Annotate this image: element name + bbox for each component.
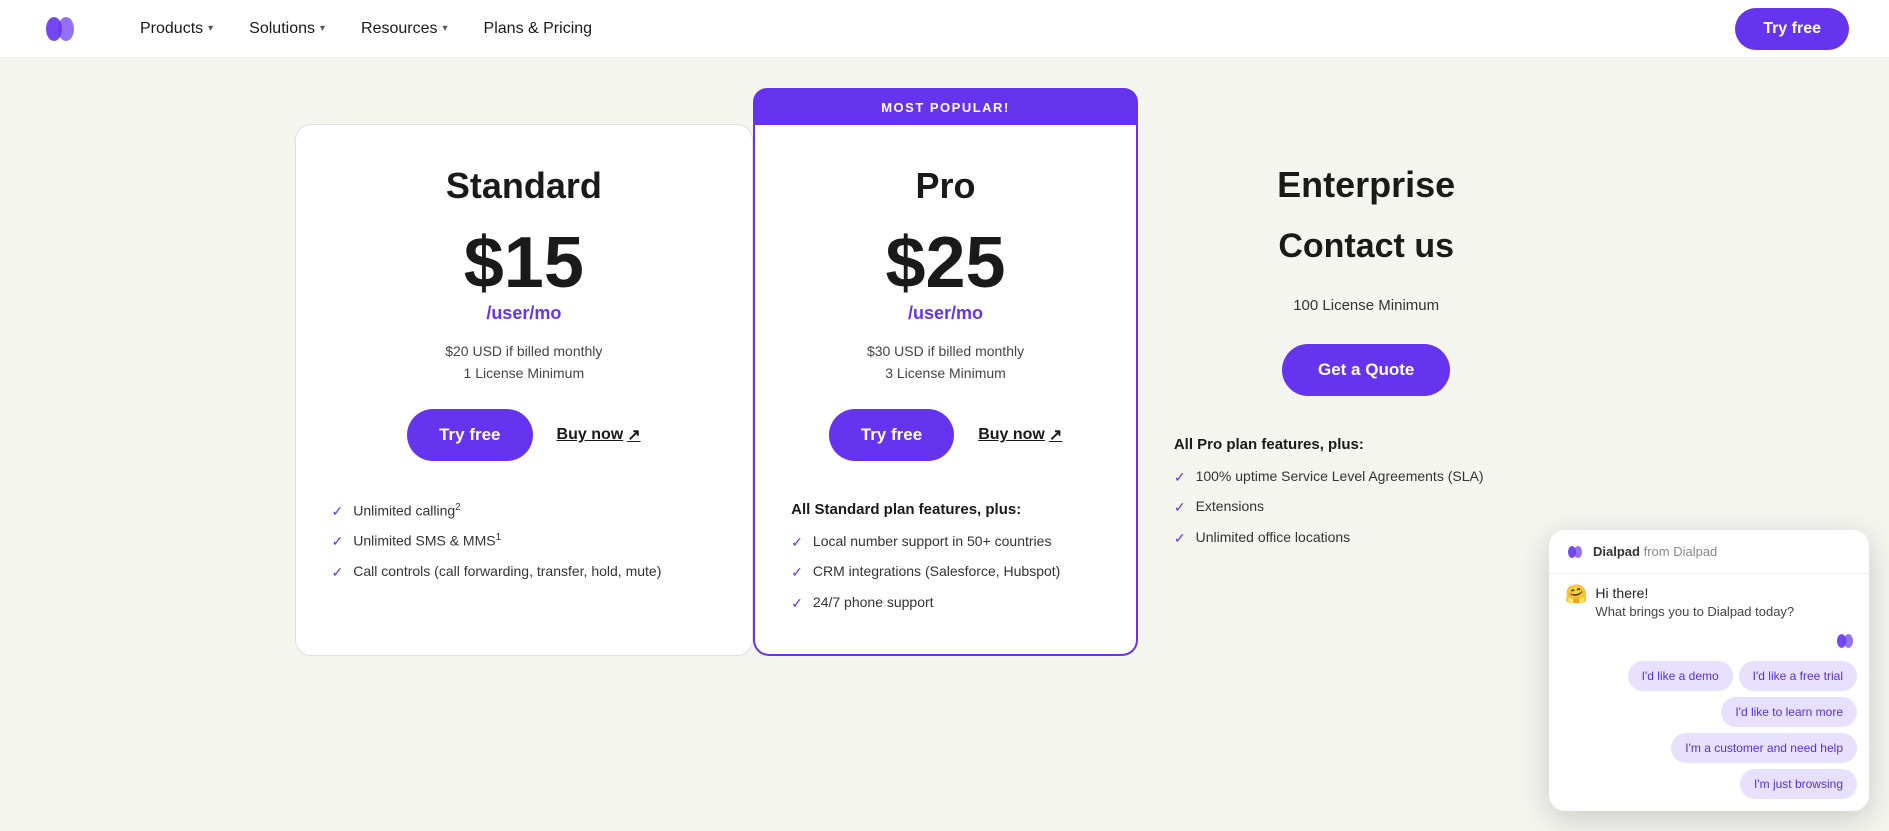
standard-plan-actions: Try free Buy now ↗ bbox=[332, 409, 717, 461]
pro-buy-now-button[interactable]: Buy now ↗ bbox=[978, 425, 1062, 445]
pro-plan-price-sub: /user/mo bbox=[791, 303, 1100, 324]
pro-plan-name: Pro bbox=[791, 165, 1100, 207]
chat-option-demo[interactable]: I'd like a demo bbox=[1628, 661, 1733, 691]
pro-plan-card: Pro $25 /user/mo $30 USD if billed month… bbox=[753, 125, 1138, 656]
standard-try-free-button[interactable]: Try free bbox=[407, 409, 532, 461]
chat-dialpad-logo bbox=[1833, 633, 1857, 649]
feature-item: ✓ 24/7 phone support bbox=[791, 593, 1100, 614]
standard-buy-now-button[interactable]: Buy now ↗ bbox=[557, 425, 641, 445]
pricing-cards: Standard $15 /user/mo $20 USD if billed … bbox=[295, 88, 1595, 656]
standard-plan-billing: $20 USD if billed monthly1 License Minim… bbox=[332, 340, 717, 385]
pro-plan-billing: $30 USD if billed monthly3 License Minim… bbox=[791, 340, 1100, 385]
check-icon: ✓ bbox=[791, 533, 803, 553]
feature-item: ✓ Unlimited calling2 bbox=[332, 501, 717, 522]
chat-option-free-trial[interactable]: I'd like a free trial bbox=[1739, 661, 1857, 691]
chat-greeting-text: Hi there! bbox=[1595, 584, 1794, 604]
chat-options-row-2: I'd like to learn more bbox=[1561, 697, 1857, 727]
check-icon: ✓ bbox=[791, 594, 803, 614]
check-icon: ✓ bbox=[791, 563, 803, 583]
arrow-icon: ↗ bbox=[627, 425, 640, 445]
chat-greeting: 🤗 Hi there! What brings you to Dialpad t… bbox=[1549, 574, 1869, 629]
logo-icon bbox=[40, 15, 80, 43]
chat-option-browsing[interactable]: I'm just browsing bbox=[1740, 769, 1857, 799]
nav-item-products[interactable]: Products ▾ bbox=[140, 20, 213, 38]
standard-plan-card: Standard $15 /user/mo $20 USD if billed … bbox=[295, 124, 754, 656]
pro-features-intro: All Standard plan features, plus: bbox=[791, 501, 1100, 518]
check-icon: ✓ bbox=[332, 563, 344, 583]
nav-item-plans-pricing[interactable]: Plans & Pricing bbox=[484, 20, 593, 38]
check-icon: ✓ bbox=[1174, 498, 1186, 518]
enterprise-features-list: ✓ 100% uptime Service Level Agreements (… bbox=[1174, 467, 1559, 549]
enterprise-contact-label: Contact us bbox=[1174, 226, 1559, 267]
standard-plan-name: Standard bbox=[332, 165, 717, 207]
nav-item-resources[interactable]: Resources ▾ bbox=[361, 20, 448, 38]
feature-item: ✓ 100% uptime Service Level Agreements (… bbox=[1174, 467, 1559, 488]
pro-try-free-button[interactable]: Try free bbox=[829, 409, 954, 461]
chat-header-top: Dialpad from Dialpad bbox=[1565, 544, 1853, 559]
chat-brand-logo bbox=[1565, 545, 1585, 559]
arrow-icon: ↗ bbox=[1049, 425, 1062, 445]
pro-plan-actions: Try free Buy now ↗ bbox=[791, 409, 1100, 461]
chat-question-text: What brings you to Dialpad today? bbox=[1595, 604, 1794, 619]
chevron-down-icon: ▾ bbox=[208, 23, 213, 34]
check-icon: ✓ bbox=[332, 502, 344, 522]
pro-plan-badge: MOST POPULAR! bbox=[753, 88, 1138, 125]
chat-options-row-3: I'm a customer and need help bbox=[1561, 733, 1857, 763]
enterprise-features-intro: All Pro plan features, plus: bbox=[1174, 436, 1559, 453]
chat-header: Dialpad from Dialpad bbox=[1549, 530, 1869, 574]
navigation: Products ▾ Solutions ▾ Resources ▾ Plans… bbox=[0, 0, 1889, 58]
check-icon: ✓ bbox=[332, 532, 344, 552]
pro-features-list: ✓ Local number support in 50+ countries … bbox=[791, 532, 1100, 614]
chat-options-row-4: I'm just browsing bbox=[1561, 769, 1857, 799]
nav-links: Products ▾ Solutions ▾ Resources ▾ Plans… bbox=[140, 20, 1735, 38]
enterprise-get-quote-button[interactable]: Get a Quote bbox=[1282, 344, 1450, 396]
feature-item: ✓ Extensions bbox=[1174, 497, 1559, 518]
check-icon: ✓ bbox=[1174, 468, 1186, 488]
logo[interactable] bbox=[40, 15, 80, 43]
enterprise-plan-card: Enterprise Contact us 100 License Minimu… bbox=[1138, 124, 1595, 656]
nav-try-free-button[interactable]: Try free bbox=[1735, 8, 1849, 50]
pricing-section: Standard $15 /user/mo $20 USD if billed … bbox=[245, 58, 1645, 686]
chat-option-learn-more[interactable]: I'd like to learn more bbox=[1721, 697, 1857, 727]
feature-item: ✓ CRM integrations (Salesforce, Hubspot) bbox=[791, 562, 1100, 583]
feature-item: ✓ Unlimited SMS & MMS1 bbox=[332, 531, 717, 552]
feature-item: ✓ Local number support in 50+ countries bbox=[791, 532, 1100, 553]
nav-item-solutions[interactable]: Solutions ▾ bbox=[249, 20, 325, 38]
standard-plan-price-sub: /user/mo bbox=[332, 303, 717, 324]
feature-item: ✓ Unlimited office locations bbox=[1174, 528, 1559, 549]
chat-options: I'd like a demo I'd like a free trial I'… bbox=[1549, 653, 1869, 811]
chat-dp-logo-area bbox=[1549, 629, 1869, 653]
chat-widget: Dialpad from Dialpad 🤗 Hi there! What br… bbox=[1549, 530, 1869, 811]
pro-plan-wrapper: MOST POPULAR! Pro $25 /user/mo $30 USD i… bbox=[753, 88, 1138, 656]
chat-options-row-1: I'd like a demo I'd like a free trial bbox=[1561, 661, 1857, 691]
chevron-down-icon: ▾ bbox=[443, 23, 448, 34]
chat-brand-label: Dialpad from Dialpad bbox=[1593, 544, 1717, 559]
enterprise-license-info: 100 License Minimum bbox=[1174, 297, 1559, 314]
chevron-down-icon: ▾ bbox=[320, 23, 325, 34]
enterprise-plan-name: Enterprise bbox=[1174, 164, 1559, 206]
pro-plan-price: $25 bbox=[791, 227, 1100, 299]
chat-emoji: 🤗 bbox=[1565, 584, 1587, 605]
check-icon: ✓ bbox=[1174, 529, 1186, 549]
standard-plan-price: $15 bbox=[332, 227, 717, 299]
chat-option-customer-help[interactable]: I'm a customer and need help bbox=[1671, 733, 1857, 763]
standard-features-list: ✓ Unlimited calling2 ✓ Unlimited SMS & M… bbox=[332, 501, 717, 583]
feature-item: ✓ Call controls (call forwarding, transf… bbox=[332, 562, 717, 583]
